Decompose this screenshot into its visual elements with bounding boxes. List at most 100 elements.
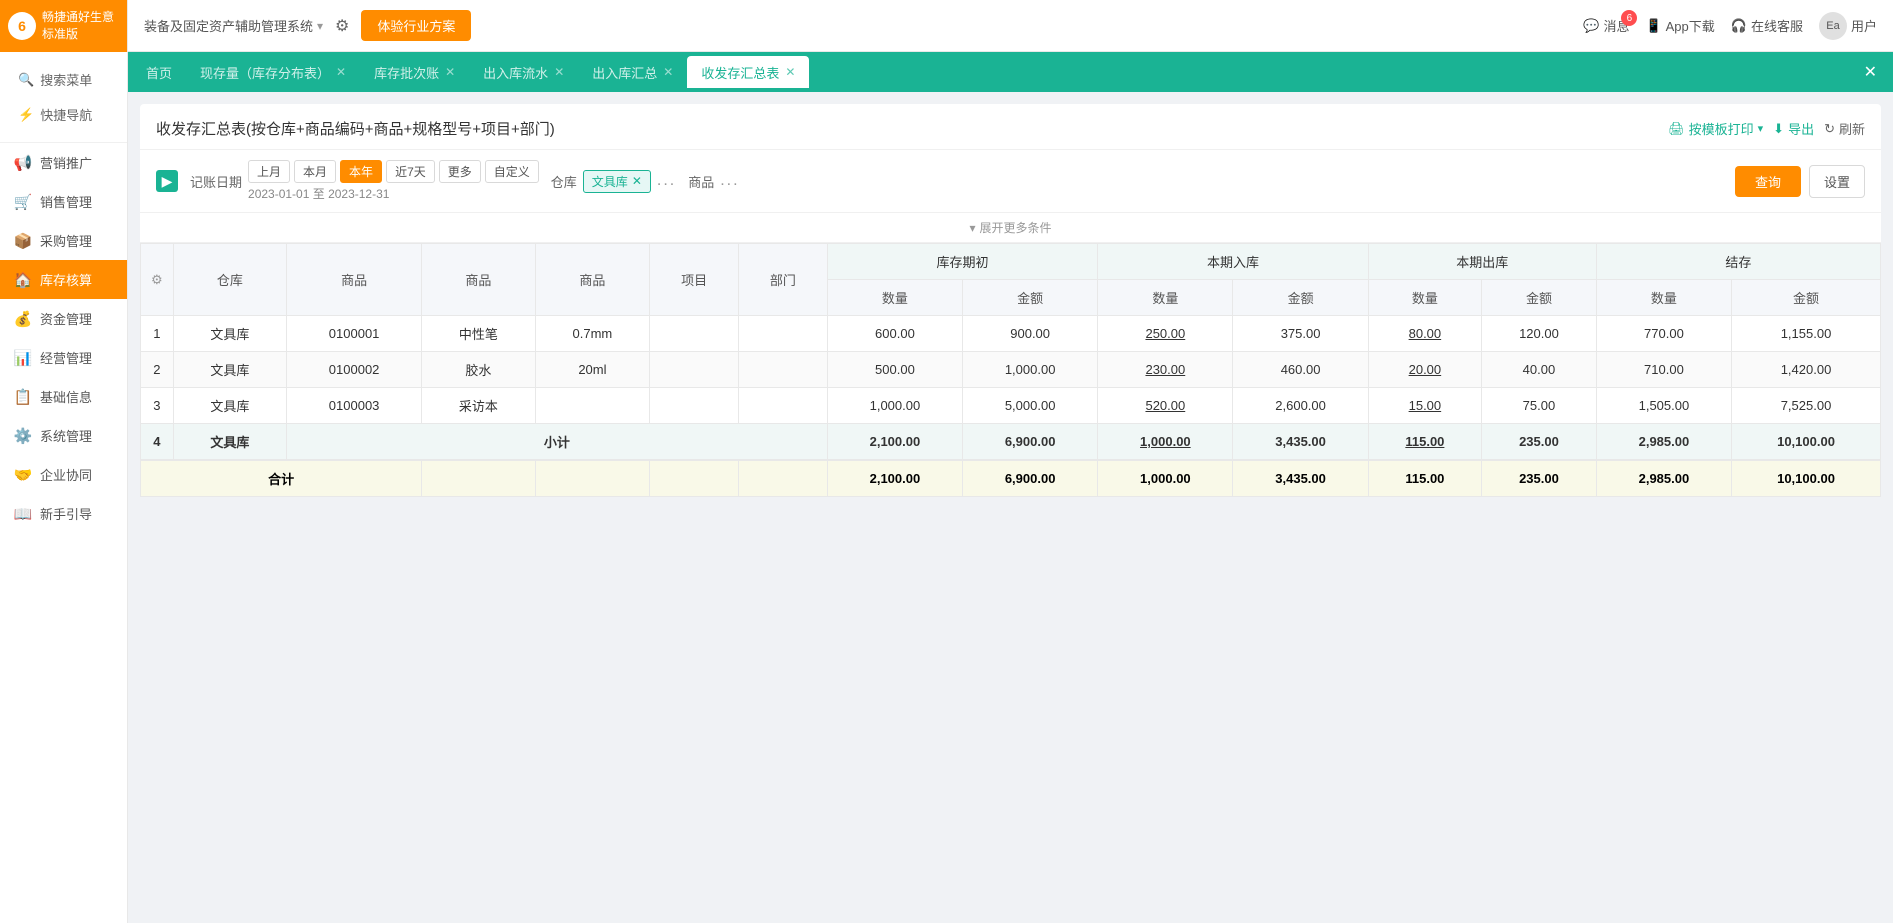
cell-out-qty[interactable]: 80.00 (1368, 316, 1481, 352)
print-icon: 🖨 (1668, 121, 1685, 137)
date-btn-this-year[interactable]: 本年 (340, 160, 382, 183)
settings-gear-icon[interactable]: ⚙ (335, 16, 349, 36)
notification-icon: 💬 (1583, 18, 1599, 34)
tab-in-out-flow[interactable]: 出入库流水 ✕ (469, 56, 578, 88)
cell-out-qty[interactable]: 15.00 (1368, 388, 1481, 424)
tab-close-in-out-flow[interactable]: ✕ (554, 65, 564, 79)
total-in-amt: 3,435.00 (1233, 460, 1368, 497)
date-btn-7days[interactable]: 近7天 (386, 160, 435, 183)
tab-receipt-summary[interactable]: 收发存汇总表 ✕ (687, 56, 809, 88)
tab-close-in-out-summary[interactable]: ✕ (663, 65, 673, 79)
date-btn-last-month[interactable]: 上月 (248, 160, 290, 183)
table-settings-header[interactable]: ⚙ (141, 244, 174, 316)
cell-in-qty[interactable]: 250.00 (1098, 316, 1233, 352)
refresh-btn[interactable]: ↻ 刷新 (1824, 119, 1865, 138)
table-row: 2 文具库 0100002 胶水 20ml 500.00 1,000.00 23… (141, 352, 1881, 388)
cell-out-qty[interactable]: 20.00 (1368, 352, 1481, 388)
cell-in-qty[interactable]: 520.00 (1098, 388, 1233, 424)
date-filter-group: 记账日期 上月 本月 本年 近7天 更多 自定义 2023-01-01 至 20… (190, 160, 539, 202)
total-row: 合计 2,100.00 6,900.00 1,000.00 3,435.00 1… (141, 460, 1881, 497)
user-item[interactable]: Ea 用户 (1819, 12, 1877, 40)
date-btn-more[interactable]: 更多 (439, 160, 481, 183)
online-service-item[interactable]: 🎧 在线客服 (1731, 16, 1803, 35)
cell-warehouse: 文具库 (173, 388, 286, 424)
tab-batch-account[interactable]: 库存批次账 ✕ (360, 56, 469, 88)
export-icon: ⬇ (1773, 121, 1784, 137)
col-header-goods-code: 商品 (286, 244, 421, 316)
tab-close-stock-distribution[interactable]: ✕ (336, 65, 346, 79)
tab-close-batch-account[interactable]: ✕ (445, 65, 455, 79)
user-avatar: Ea (1819, 12, 1847, 40)
table-row: 3 文具库 0100003 采访本 1,000.00 5,000.00 520.… (141, 388, 1881, 424)
system-title: 装备及固定资产辅助管理系统 (144, 16, 313, 35)
operations-icon: 📊 (14, 349, 32, 367)
tab-stock-distribution[interactable]: 现存量（库存分布表） ✕ (186, 56, 360, 88)
col-header-goods-name: 商品 (422, 244, 535, 316)
col-header-balance: 结存 (1596, 244, 1880, 280)
cell-bal-amt: 7,525.00 (1732, 388, 1881, 424)
sidebar-item-enterprise[interactable]: 🤝 企业协同 (0, 455, 127, 494)
date-btn-this-month[interactable]: 本月 (294, 160, 336, 183)
tab-bar-close-icon[interactable]: ✕ (1852, 62, 1889, 82)
cell-open-qty: 1,000.00 (827, 388, 962, 424)
cell-no: 2 (141, 352, 174, 388)
sidebar-item-operations[interactable]: 📊 经营管理 (0, 338, 127, 377)
expand-more-bar: ▾ 展开更多条件 (140, 213, 1881, 243)
experience-btn[interactable]: 体验行业方案 (361, 10, 471, 41)
sidebar-item-purchase[interactable]: 📦 采购管理 (0, 221, 127, 260)
sidebar-item-sales[interactable]: 🛒 销售管理 (0, 182, 127, 221)
col-header-goods-spec: 商品 (535, 244, 650, 316)
cell-bal-qty: 770.00 (1596, 316, 1731, 352)
warehouse-more-btn[interactable]: ... (657, 172, 676, 190)
warehouse-filter: 仓库 文具库 ✕ ... (551, 170, 676, 193)
expand-more-btn[interactable]: ▾ 展开更多条件 (969, 219, 1051, 236)
cell-in-qty[interactable]: 230.00 (1098, 352, 1233, 388)
warehouse-tag-close[interactable]: ✕ (632, 174, 642, 188)
headset-icon: 🎧 (1731, 18, 1747, 34)
logo-text: 畅捷通好生意 标准版 (42, 9, 114, 43)
sidebar-quick-nav[interactable]: ⚡ 快捷导航 (8, 97, 119, 132)
cell-no: 1 (141, 316, 174, 352)
filter-toggle-btn[interactable]: ▶ (156, 170, 178, 192)
sidebar-item-system[interactable]: ⚙️ 系统管理 (0, 416, 127, 455)
sidebar-item-marketing[interactable]: 📢 营销推广 (0, 143, 127, 182)
sidebar-item-guide[interactable]: 📖 新手引导 (0, 494, 127, 533)
col-header-department: 部门 (739, 244, 828, 316)
total-open-qty: 2,100.00 (827, 460, 962, 497)
setting-btn[interactable]: 设置 (1809, 165, 1865, 198)
subtotal-in-qty: 1,000.00 (1098, 424, 1233, 461)
cell-open-amt: 5,000.00 (963, 388, 1098, 424)
cell-bal-qty: 1,505.00 (1596, 388, 1731, 424)
goods-more-btn[interactable]: ... (720, 172, 739, 190)
sidebar-item-basic[interactable]: 📋 基础信息 (0, 377, 127, 416)
total-open-amt: 6,900.00 (963, 460, 1098, 497)
system-title-area: 装备及固定资产辅助管理系统 ▾ (144, 16, 323, 35)
sidebar-item-finance[interactable]: 💰 资金管理 (0, 299, 127, 338)
filter-bar: ▶ 记账日期 上月 本月 本年 近7天 更多 自定义 2023-01-01 至 … (140, 150, 1881, 213)
notifications-item[interactable]: 💬 消息 6 (1583, 16, 1629, 35)
total-bal-qty: 2,985.00 (1596, 460, 1731, 497)
cell-out-amt: 75.00 (1482, 388, 1597, 424)
cell-project (650, 352, 739, 388)
tab-home[interactable]: 首页 (132, 56, 186, 88)
total-label: 合计 (141, 460, 422, 497)
tab-close-receipt-summary[interactable]: ✕ (785, 65, 795, 79)
col-in-amt: 金额 (1233, 280, 1368, 316)
cell-goods-name: 采访本 (422, 388, 535, 424)
refresh-icon: ↻ (1824, 121, 1835, 137)
content-area: 收发存汇总表(按仓库+商品编码+商品+规格型号+项目+部门) 🖨 按模板打印 ▾… (128, 92, 1893, 923)
cell-bal-qty: 710.00 (1596, 352, 1731, 388)
query-btn[interactable]: 查询 (1735, 166, 1801, 197)
cell-open-qty: 500.00 (827, 352, 962, 388)
print-btn[interactable]: 🖨 按模板打印 ▾ (1668, 119, 1763, 138)
cell-goods-name: 中性笔 (422, 316, 535, 352)
tab-in-out-summary[interactable]: 出入库汇总 ✕ (578, 56, 687, 88)
sidebar-item-inventory[interactable]: 🏠 库存核算 (0, 260, 127, 299)
total-in-qty: 1,000.00 (1098, 460, 1233, 497)
date-btn-custom[interactable]: 自定义 (485, 160, 539, 183)
sidebar-search-item[interactable]: 🔍 搜索菜单 (8, 62, 119, 97)
export-btn[interactable]: ⬇ 导出 (1773, 119, 1814, 138)
app-download-item[interactable]: 📱 App下载 (1645, 16, 1714, 35)
subtotal-open-qty: 2,100.00 (827, 424, 962, 461)
cell-warehouse: 文具库 (173, 316, 286, 352)
